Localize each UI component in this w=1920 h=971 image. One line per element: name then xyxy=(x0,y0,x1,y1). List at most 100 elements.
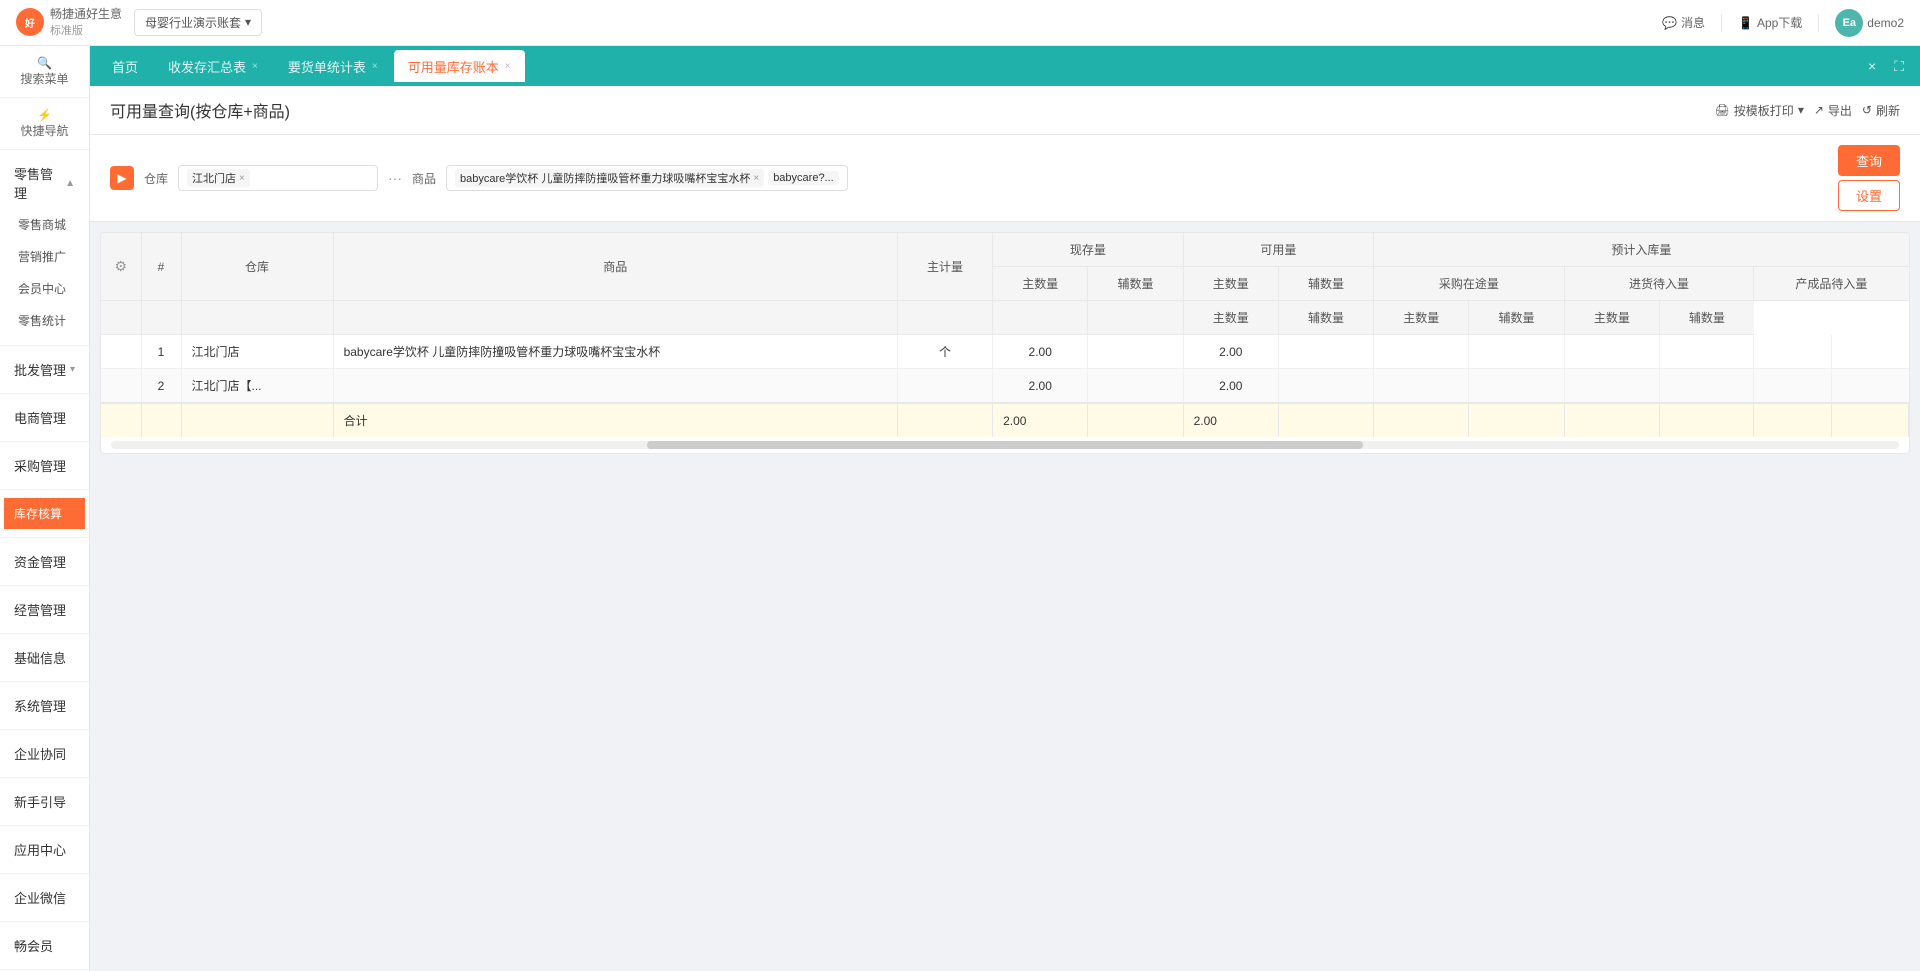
warehouse-tag: 江北门店 × xyxy=(187,169,250,187)
table-header-row-1: ⚙ # 仓库 商品 主计量 现存量 可用量 预计入库量 xyxy=(101,233,1909,267)
table-body: 1 江北门店 babycare学饮杯 儿童防摔防撞吸管杯重力球吸嘴杯宝宝水杯 个… xyxy=(101,335,1909,404)
sidebar-item-basics[interactable]: 基础信息 xyxy=(4,642,85,673)
sidebar-item-ecom[interactable]: 电商管理 xyxy=(4,402,85,433)
sidebar-section-appstore: 应用中心 xyxy=(0,826,89,874)
quick-nav-label: 快捷导航 xyxy=(20,124,68,138)
expand-btn[interactable]: ⛶ xyxy=(1886,54,1912,79)
td-settings xyxy=(101,335,141,369)
tab-order-stats[interactable]: 要货单统计表 × xyxy=(274,50,392,82)
sidebar-item-system[interactable]: 系统管理 xyxy=(4,690,85,721)
sidebar-item-enterprise[interactable]: 企业协同 xyxy=(4,738,85,769)
sidebar-item-wechat[interactable]: 企业微信 xyxy=(4,882,85,913)
td-warehouse-2: 江北门店【... xyxy=(181,369,333,404)
sidebar-section-wholesale-title[interactable]: 批发管理 ▾ xyxy=(4,354,85,385)
message-label: 消息 xyxy=(1681,14,1705,31)
footer-inc-main xyxy=(1564,403,1659,437)
th-stock-main: 主数量 xyxy=(993,267,1088,301)
product-input[interactable]: babycare学饮杯 儿童防摔防撞吸管杯重力球吸嘴杯宝宝水杯 × babyca… xyxy=(446,165,848,191)
horizontal-scrollbar[interactable] xyxy=(111,441,1899,449)
refresh-icon: ↺ xyxy=(1862,103,1872,117)
tab-stock-summary-label: 收发存汇总表 xyxy=(168,57,246,76)
table-container: ⚙ # 仓库 商品 主计量 现存量 可用量 预计入库量 主数量 辅数量 主数量 … xyxy=(100,232,1910,454)
product-tag-1-remove[interactable]: × xyxy=(753,173,759,184)
industry-select[interactable]: 母婴行业演示账套 ▾ xyxy=(134,9,262,36)
query-btn[interactable]: 查询 xyxy=(1838,145,1900,176)
warehouse-input[interactable]: 江北门店 × xyxy=(178,165,378,191)
sidebar: 🔍 搜索菜单 ⚡ 快捷导航 零售管理 ▲ 零售商城 营销推广 会员中心 零售统计… xyxy=(0,46,90,971)
sidebar-item-purchase[interactable]: 采购管理 xyxy=(4,450,85,481)
td-avail-aux-2 xyxy=(1278,369,1373,404)
tab-available-inventory-label: 可用量库存账本 xyxy=(408,57,499,76)
filter-toggle-btn[interactable]: ▶ xyxy=(110,166,134,190)
warehouse-tag-remove[interactable]: × xyxy=(239,173,245,184)
scrollbar-thumb[interactable] xyxy=(647,441,1362,449)
th-expected: 预计入库量 xyxy=(1374,233,1909,267)
sidebar-item-retail-stats[interactable]: 零售统计 xyxy=(8,305,81,336)
footer-empty-4 xyxy=(897,403,992,437)
th-empty-6 xyxy=(993,301,1088,335)
sidebar-item-appstore[interactable]: 应用中心 xyxy=(4,834,85,865)
tab-stock-summary[interactable]: 收发存汇总表 × xyxy=(154,50,272,82)
th-stock-aux: 辅数量 xyxy=(1088,267,1183,301)
close-all-tabs-btn[interactable]: × xyxy=(1860,54,1884,78)
sidebar-item-members[interactable]: 会员中心 xyxy=(8,273,81,304)
sidebar-item-operations[interactable]: 经营管理 xyxy=(4,594,85,625)
th-prod-main: 主数量 xyxy=(1564,301,1659,335)
sidebar-item-marketing[interactable]: 营销推广 xyxy=(8,241,81,272)
user-name: demo2 xyxy=(1867,16,1904,30)
sidebar-item-member[interactable]: 畅会员 xyxy=(4,930,85,961)
sidebar-search[interactable]: 🔍 搜索菜单 xyxy=(0,46,89,98)
footer-row: 合计 2.00 2.00 xyxy=(101,403,1909,437)
td-prod-aux-2 xyxy=(1831,369,1908,404)
th-inc-main: 主数量 xyxy=(1374,301,1469,335)
tab-available-inventory-close[interactable]: × xyxy=(505,61,511,72)
logo-icon: 好 xyxy=(16,8,44,36)
sidebar-section-retail-title[interactable]: 零售管理 ▲ xyxy=(4,158,85,208)
td-inc-aux-2 xyxy=(1659,369,1753,404)
print-btn[interactable]: 🖨 按模板打印 ▾ xyxy=(1715,102,1804,119)
user-area[interactable]: Ea demo2 xyxy=(1835,9,1904,37)
footer-empty-1 xyxy=(101,403,141,437)
tab-stock-summary-close[interactable]: × xyxy=(252,61,258,72)
top-bar-left: 好 畅捷通好生意 标准版 母婴行业演示账套 ▾ xyxy=(16,7,262,37)
filter-more-btn[interactable]: ··· xyxy=(388,170,402,186)
sidebar-item-inventory[interactable]: 库存核算 xyxy=(4,498,85,529)
th-empty-7 xyxy=(1088,301,1183,335)
td-inc-main-1 xyxy=(1564,335,1659,369)
app-icon: 📱 xyxy=(1738,16,1753,30)
footer-stock-main: 2.00 xyxy=(993,403,1088,437)
td-unit-2 xyxy=(897,369,992,404)
product-tag-2: babycare?... xyxy=(768,171,839,185)
industry-label: 母婴行业演示账套 xyxy=(145,14,241,31)
export-icon: ↗ xyxy=(1814,103,1824,117)
sidebar-section-wholesale: 批发管理 ▾ xyxy=(0,346,89,394)
tab-order-stats-label: 要货单统计表 xyxy=(288,57,366,76)
th-main-unit: 主计量 xyxy=(897,233,992,301)
sidebar-quick-nav[interactable]: ⚡ 快捷导航 xyxy=(0,98,89,150)
footer-empty-2 xyxy=(141,403,181,437)
sidebar-section-wechat: 企业微信 xyxy=(0,874,89,922)
tab-home[interactable]: 首页 xyxy=(98,50,152,82)
settings-filter-btn[interactable]: 设置 xyxy=(1838,180,1900,211)
footer-prod-main xyxy=(1754,403,1831,437)
export-btn[interactable]: ↗ 导出 xyxy=(1814,102,1852,119)
tab-available-inventory[interactable]: 可用量库存账本 × xyxy=(394,50,525,82)
divider-2 xyxy=(1818,14,1819,32)
settings-icon[interactable]: ⚙ xyxy=(114,258,127,274)
sidebar-item-retail-shop[interactable]: 零售商城 xyxy=(8,209,81,240)
message-btn[interactable]: 💬 消息 xyxy=(1662,14,1705,31)
app-download-btn[interactable]: 📱 App下载 xyxy=(1738,14,1802,31)
table-row: 2 江北门店【... 2.00 2.00 xyxy=(101,369,1909,404)
sidebar-item-finance[interactable]: 资金管理 xyxy=(4,546,85,577)
th-seq: # xyxy=(141,233,181,301)
sidebar-section-member: 畅会员 xyxy=(0,922,89,970)
td-seq-1: 1 xyxy=(141,335,181,369)
chevron-icon-2: ▾ xyxy=(70,364,75,375)
th-empty-2 xyxy=(141,301,181,335)
tab-order-stats-close[interactable]: × xyxy=(372,61,378,72)
refresh-btn[interactable]: ↺ 刷新 xyxy=(1862,102,1900,119)
footer-pur-main xyxy=(1374,403,1469,437)
td-stock-aux-1 xyxy=(1088,335,1183,369)
sidebar-item-guide[interactable]: 新手引导 xyxy=(4,786,85,817)
td-settings-2 xyxy=(101,369,141,404)
